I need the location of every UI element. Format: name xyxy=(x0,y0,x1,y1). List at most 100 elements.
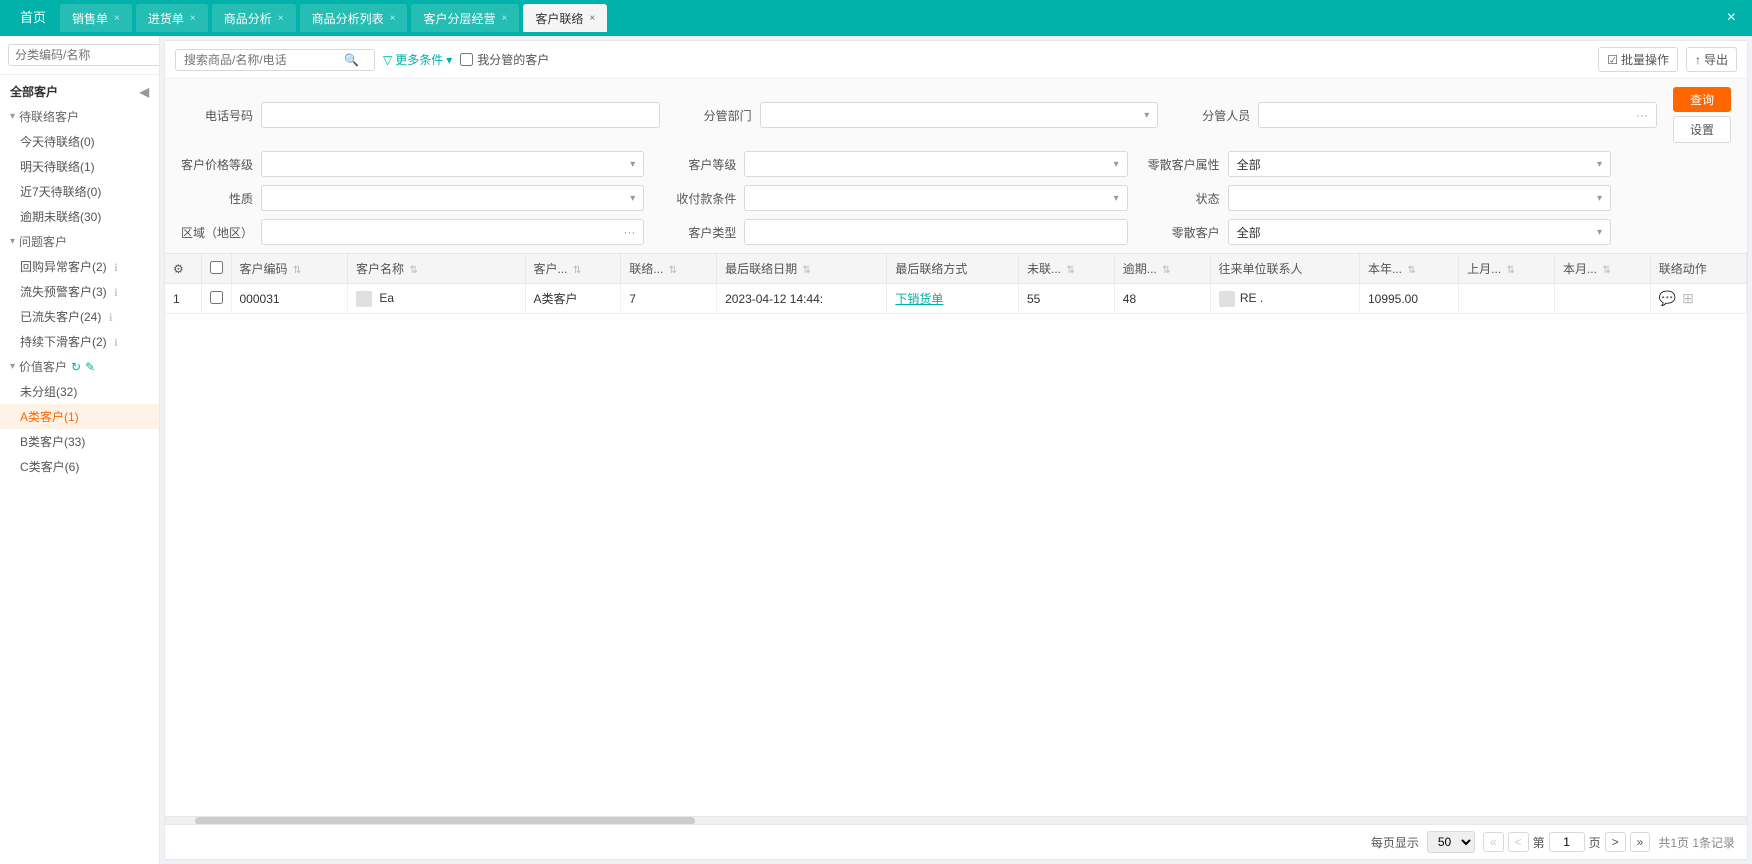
sidebar-item-churned[interactable]: 已流失客户(24) ℹ xyxy=(0,304,159,329)
nav-tab-sales[interactable]: 销售单 × xyxy=(60,4,132,32)
filter-more-btn[interactable]: ▽ 更多条件 ▾ xyxy=(383,51,452,68)
sidebar-item-a-class[interactable]: A类客户(1) xyxy=(0,404,159,429)
sort-contact-icon[interactable]: ⇅ xyxy=(669,265,677,276)
status-dropdown[interactable]: ▾ xyxy=(1228,185,1611,211)
sidebar-item-churn-warning[interactable]: 流失预警客户(3) ℹ xyxy=(0,279,159,304)
col-resize-lastmonth[interactable] xyxy=(1459,254,1463,283)
col-resize-associate[interactable] xyxy=(1211,254,1215,283)
close-purchase-tab[interactable]: × xyxy=(190,13,196,24)
sidebar-collapse-icon[interactable]: ◀ xyxy=(140,85,149,99)
nav-home[interactable]: 首页 xyxy=(8,0,58,36)
grid-action-icon[interactable]: ⊞ xyxy=(1682,290,1694,307)
sidebar-item-7days[interactable]: 近7天待联络(0) xyxy=(0,179,159,204)
col-this-month: 本月... ⇅ xyxy=(1554,254,1650,284)
sidebar-item-declining[interactable]: 持续下滑客户(2) ℹ xyxy=(0,329,159,354)
sort-name-icon[interactable]: ⇅ xyxy=(409,265,417,276)
close-customer-contact-tab[interactable]: × xyxy=(589,13,595,24)
filter-search-icon[interactable]: 🔍 xyxy=(344,53,359,67)
sort-thisyear-icon[interactable]: ⇅ xyxy=(1407,265,1415,276)
person-input[interactable]: ··· xyxy=(1258,102,1657,128)
sidebar-item-overdue[interactable]: 逾期未联络(30) xyxy=(0,204,159,229)
select-all-checkbox[interactable] xyxy=(210,261,223,274)
last-method-link[interactable]: 下销货单 xyxy=(895,292,943,306)
nav-tab-customer-contact[interactable]: 客户联络 × xyxy=(523,4,607,32)
sidebar-search-input[interactable] xyxy=(8,44,160,66)
nav-tab-customer-tier[interactable]: 客户分层经营 × xyxy=(411,4,519,32)
close-all-btn[interactable]: × xyxy=(1719,9,1744,27)
export-btn[interactable]: ↑ 导出 xyxy=(1686,47,1737,72)
sort-date-icon[interactable]: ⇅ xyxy=(802,265,810,276)
my-customers-checkbox[interactable] xyxy=(460,53,473,66)
customer-grade-arrow: ▾ xyxy=(1114,159,1119,170)
col-resize-uncontacted[interactable] xyxy=(1019,254,1023,283)
sidebar-item-c-class[interactable]: C类客户(6) xyxy=(0,454,159,479)
last-page-btn[interactable]: » xyxy=(1630,832,1651,852)
settings-icon[interactable]: ⚙ xyxy=(173,262,184,276)
sidebar-item-today[interactable]: 今天待联络(0) xyxy=(0,129,159,154)
page-input[interactable] xyxy=(1549,832,1585,852)
sort-thismonth-icon[interactable]: ⇅ xyxy=(1602,265,1610,276)
group-pending-contact[interactable]: ▾ 待联络客户 xyxy=(0,104,159,129)
col-last-method: 最后联络方式 xyxy=(887,254,1019,284)
close-customer-tier-tab[interactable]: × xyxy=(501,13,507,24)
close-analysis-list-tab[interactable]: × xyxy=(390,13,396,24)
dept-dropdown[interactable]: ▾ xyxy=(760,102,1159,128)
nature-dropdown[interactable]: ▾ xyxy=(261,185,644,211)
sort-uncontacted-icon[interactable]: ⇅ xyxy=(1066,265,1074,276)
nav-tab-analysis-list[interactable]: 商品分析列表 × xyxy=(300,4,408,32)
filter-price-grade: 客户价格等级 ▾ xyxy=(181,151,644,177)
customer-type-input[interactable] xyxy=(744,219,1127,245)
sort-lastmonth-icon[interactable]: ⇅ xyxy=(1507,265,1515,276)
col-resize-type[interactable] xyxy=(526,254,530,283)
sort-overdue-icon[interactable]: ⇅ xyxy=(1162,265,1170,276)
region-input[interactable]: ··· xyxy=(261,219,644,245)
retail-attr-dropdown[interactable]: 全部 ▾ xyxy=(1228,151,1611,177)
horizontal-scrollbar[interactable] xyxy=(165,816,1747,824)
nav-tab-purchase[interactable]: 进货单 × xyxy=(136,4,208,32)
row-checkbox[interactable] xyxy=(210,291,223,304)
col-settings: ⚙ xyxy=(165,254,201,284)
sidebar-item-ungroup[interactable]: 未分组(32) xyxy=(0,379,159,404)
close-analysis-tab[interactable]: × xyxy=(278,13,284,24)
col-resize-method[interactable] xyxy=(887,254,891,283)
payment-dropdown[interactable]: ▾ xyxy=(744,185,1127,211)
query-btn[interactable]: 查询 xyxy=(1673,87,1731,112)
col-resize-thismonth[interactable] xyxy=(1555,254,1559,283)
group-problem-customers[interactable]: ▾ 问题客户 xyxy=(0,229,159,254)
close-sales-tab[interactable]: × xyxy=(114,13,120,24)
next-page-btn[interactable]: > xyxy=(1605,832,1626,852)
filter-search-input[interactable] xyxy=(184,53,344,67)
page-size-select[interactable]: 50 xyxy=(1427,831,1475,853)
sidebar-item-b-class[interactable]: B类客户(33) xyxy=(0,429,159,454)
prev-page-btn[interactable]: < xyxy=(1508,832,1529,852)
customer-grade-dropdown[interactable]: ▾ xyxy=(744,151,1127,177)
batch-op-btn[interactable]: ☑ 批量操作 xyxy=(1598,47,1678,72)
filter-customer-grade: 客户等级 ▾ xyxy=(664,151,1127,177)
chat-action-icon[interactable]: 💬 xyxy=(1659,290,1676,307)
price-grade-dropdown[interactable]: ▾ xyxy=(261,151,644,177)
col-resize-contact[interactable] xyxy=(621,254,625,283)
refresh-icon[interactable]: ↻ xyxy=(71,360,81,374)
first-page-btn[interactable]: « xyxy=(1483,832,1504,852)
phone-input[interactable] xyxy=(261,102,660,128)
col-resize-thisyear[interactable] xyxy=(1360,254,1364,283)
sort-type-icon[interactable]: ⇅ xyxy=(573,265,581,276)
info-icon-churn: ℹ xyxy=(114,288,118,299)
retail-attr-arrow: ▾ xyxy=(1597,159,1602,170)
retail-customer-dropdown[interactable]: 全部 ▾ xyxy=(1228,219,1611,245)
edit-icon[interactable]: ✎ xyxy=(85,360,95,374)
nature-arrow: ▾ xyxy=(630,193,635,204)
nav-tab-analysis[interactable]: 商品分析 × xyxy=(212,4,296,32)
col-resize-name[interactable] xyxy=(348,254,352,283)
col-resize-overdue[interactable] xyxy=(1115,254,1119,283)
sidebar-item-tomorrow[interactable]: 明天待联络(1) xyxy=(0,154,159,179)
filter-search-box[interactable]: 🔍 xyxy=(175,49,375,71)
filter-buttons: 查询 设置 xyxy=(1657,87,1731,143)
col-resize-date[interactable] xyxy=(717,254,721,283)
cell-uncontacted: 55 xyxy=(1018,284,1114,314)
setting-btn[interactable]: 设置 xyxy=(1673,116,1731,143)
group-value-customers[interactable]: ▾ 价值客户 ↻ ✎ xyxy=(0,354,159,379)
sort-code-icon[interactable]: ⇅ xyxy=(293,265,301,276)
col-resize-code[interactable] xyxy=(232,254,236,283)
sidebar-item-repurchase[interactable]: 回购异常客户(2) ℹ xyxy=(0,254,159,279)
